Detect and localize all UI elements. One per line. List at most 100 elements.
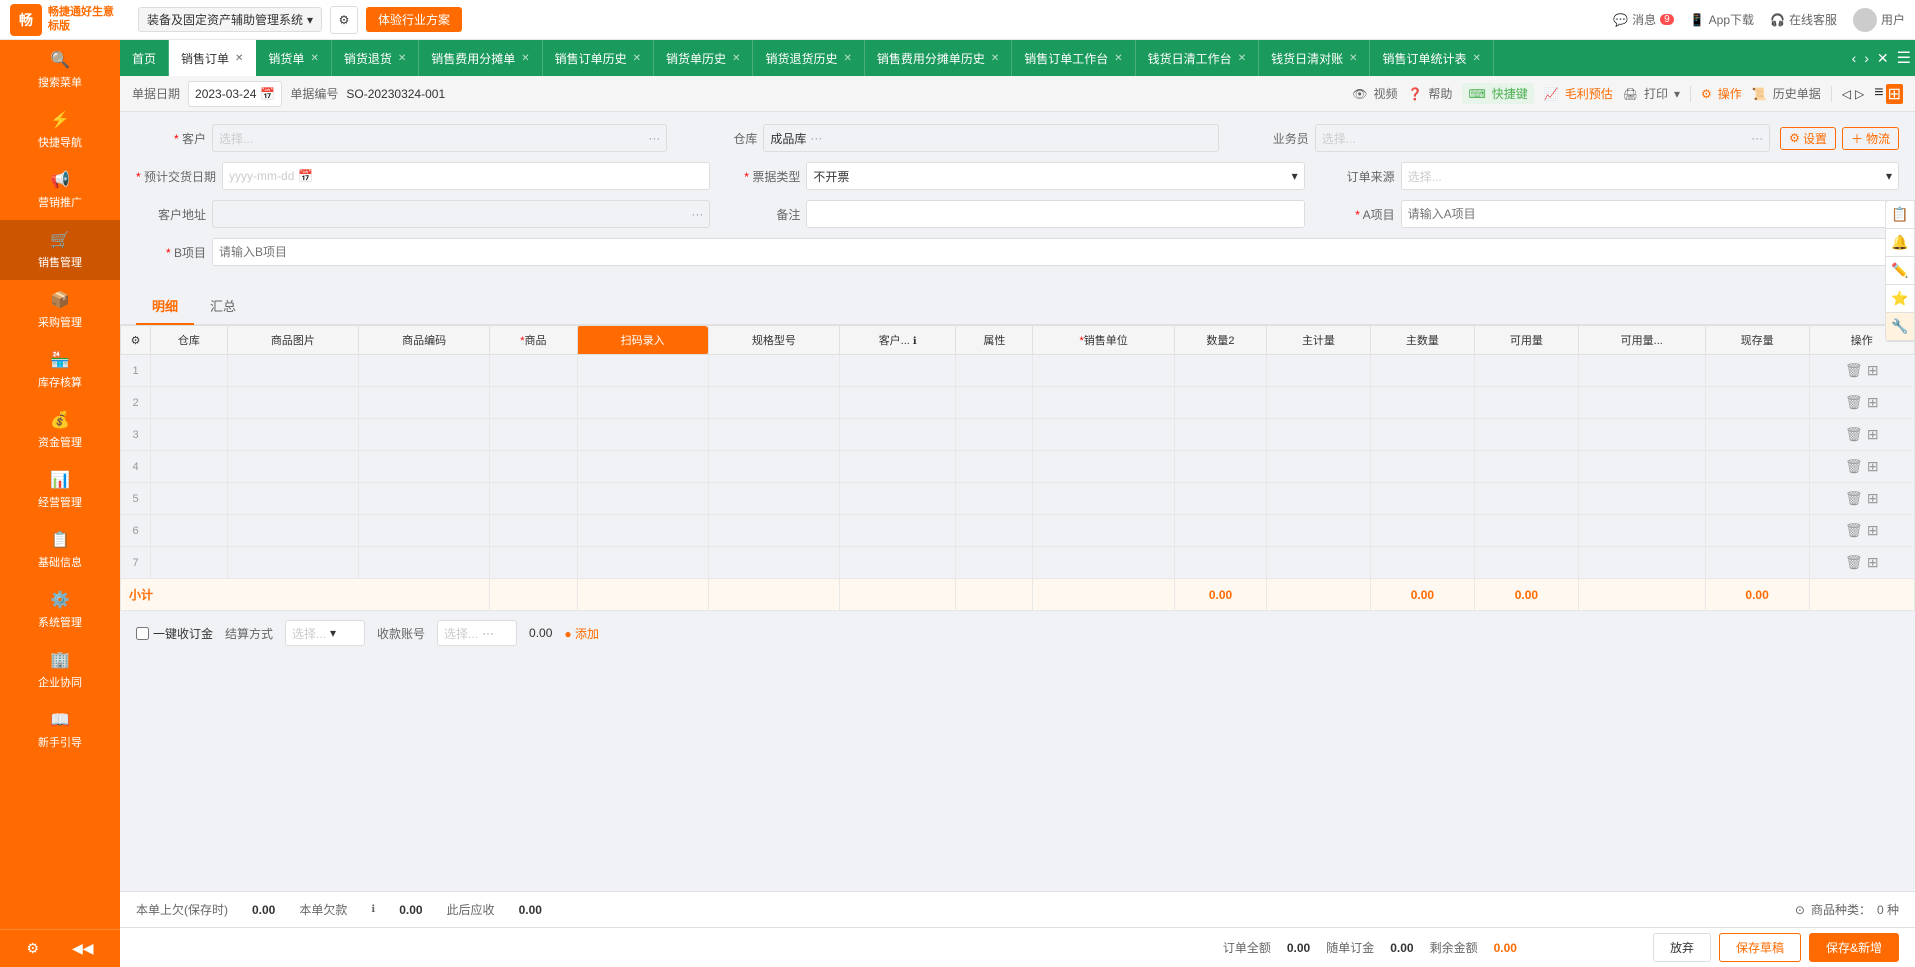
row-warehouse-6[interactable] — [151, 515, 228, 547]
tab-close-sales_order_history[interactable]: ✕ — [633, 53, 641, 64]
row-code-4[interactable] — [358, 451, 489, 483]
delivery-date-input[interactable]: yyyy-mm-dd 📅 — [222, 162, 710, 190]
tab-sales_return[interactable]: 销货单✕ — [256, 40, 331, 76]
tab-sales_order_stats[interactable]: 销售订单统计表✕ — [1370, 40, 1493, 76]
row-available2-1[interactable] — [1578, 355, 1705, 387]
tab-cash_day_clear[interactable]: 钱货日清工作台✕ — [1136, 40, 1259, 76]
messages-button[interactable]: 💬 消息 9 — [1613, 11, 1674, 28]
row-spec-6[interactable] — [708, 515, 839, 547]
row-main-unit-1[interactable] — [1266, 355, 1370, 387]
tab-sales_expense_history[interactable]: 销售费用分摊单历史✕ — [865, 40, 1012, 76]
row-attribute-2[interactable] — [956, 387, 1033, 419]
row-sales-unit-4[interactable] — [1033, 451, 1175, 483]
row-warehouse-2[interactable] — [151, 387, 228, 419]
row-attribute-5[interactable] — [956, 483, 1033, 515]
row-qty2-2[interactable] — [1175, 387, 1267, 419]
sidebar-item-finance[interactable]: 💰资金管理 — [0, 400, 120, 460]
float-tool-1[interactable]: 📋 — [1886, 201, 1914, 229]
row-current-6[interactable] — [1705, 515, 1809, 547]
tab-sales_expense[interactable]: 销售费用分摊单✕ — [419, 40, 542, 76]
sidebar-item-guide[interactable]: 📖新手引导 — [0, 700, 120, 760]
tab-cash_day_reconcile[interactable]: 钱货日清对账✕ — [1259, 40, 1370, 76]
row-current-7[interactable] — [1705, 547, 1809, 579]
customer-dots[interactable]: ··· — [648, 131, 660, 145]
address-dots[interactable]: ··· — [691, 207, 703, 221]
row-available-4[interactable] — [1474, 451, 1578, 483]
sidebar-item-search[interactable]: 🔍搜索菜单 — [0, 40, 120, 100]
row-available-3[interactable] — [1474, 419, 1578, 451]
quick-order-checkbox[interactable]: 一键收订金 — [136, 625, 213, 642]
row-main-unit-4[interactable] — [1266, 451, 1370, 483]
payment-method-select[interactable]: 选择... ▾ — [285, 620, 365, 646]
row-spec-1[interactable] — [708, 355, 839, 387]
nav-next-icon[interactable]: ▷ — [1855, 87, 1864, 101]
toolbar-operations[interactable]: ⚙操作 — [1701, 85, 1742, 102]
tab-nav-prev[interactable]: ‹ — [1848, 50, 1861, 66]
sidebar-settings-icon[interactable]: ⚙ — [26, 940, 39, 957]
row-main-qty-7[interactable] — [1370, 547, 1474, 579]
delete-row-2[interactable]: 🗑 — [1845, 394, 1863, 411]
bank-account-input[interactable]: 选择... ··· — [437, 620, 517, 646]
row-main-qty-2[interactable] — [1370, 387, 1474, 419]
row-current-1[interactable] — [1705, 355, 1809, 387]
row-product-2[interactable] — [490, 387, 577, 419]
row-available-2[interactable] — [1474, 387, 1578, 419]
solution-button[interactable]: 体验行业方案 — [366, 7, 462, 32]
remark-input[interactable] — [806, 200, 1304, 228]
row-spec-2[interactable] — [708, 387, 839, 419]
a-project-input[interactable] — [1401, 200, 1899, 228]
bank-dots[interactable]: ··· — [482, 626, 494, 640]
app-download-button[interactable]: 📱 App下载 — [1690, 11, 1754, 28]
row-main-qty-4[interactable] — [1370, 451, 1474, 483]
row-spec-3[interactable] — [708, 419, 839, 451]
row-current-3[interactable] — [1705, 419, 1809, 451]
row-product-3[interactable] — [490, 419, 577, 451]
row-customer-info-1[interactable] — [839, 355, 955, 387]
row-available-1[interactable] — [1474, 355, 1578, 387]
sidebar-item-marketing[interactable]: 📢营销推广 — [0, 160, 120, 220]
tab-menu[interactable]: ☰ — [1893, 48, 1915, 68]
tab-sales_order_history[interactable]: 销售订单历史✕ — [543, 40, 654, 76]
row-warehouse-7[interactable] — [151, 547, 228, 579]
save-new-button[interactable]: 保存&新增 — [1809, 933, 1899, 962]
online-service-button[interactable]: 🎧 在线客服 — [1770, 11, 1837, 28]
row-main-unit-5[interactable] — [1266, 483, 1370, 515]
sidebar-item-quick_nav[interactable]: ⚡快捷导航 — [0, 100, 120, 160]
row-sales-unit-6[interactable] — [1033, 515, 1175, 547]
tab-close-sales_return[interactable]: ✕ — [310, 53, 318, 64]
row-code-1[interactable] — [358, 355, 489, 387]
float-tool-3[interactable]: ✏️ — [1886, 257, 1914, 285]
toolbar-help[interactable]: ❓帮助 — [1407, 85, 1452, 102]
delete-row-6[interactable]: 🗑 — [1845, 522, 1863, 539]
row-main-qty-1[interactable] — [1370, 355, 1474, 387]
add-item-button[interactable]: ＋物流 — [1842, 127, 1899, 150]
row-attribute-3[interactable] — [956, 419, 1033, 451]
sidebar-collapse-icon[interactable]: ◀◀ — [72, 940, 94, 957]
row-sales-unit-1[interactable] — [1033, 355, 1175, 387]
row-customer-info-7[interactable] — [839, 547, 955, 579]
tab-close-sales_order_stats[interactable]: ✕ — [1473, 53, 1481, 64]
order-source-select[interactable]: 选择... ▾ — [1401, 162, 1899, 190]
address-input[interactable]: ··· — [212, 200, 710, 228]
tab-close-cash_day_clear[interactable]: ✕ — [1238, 53, 1246, 64]
row-qty2-5[interactable] — [1175, 483, 1267, 515]
tab-close-sales_expense[interactable]: ✕ — [521, 53, 529, 64]
row-available2-5[interactable] — [1578, 483, 1705, 515]
tab-close-sales_return2[interactable]: ✕ — [398, 53, 406, 64]
row-warehouse-1[interactable] — [151, 355, 228, 387]
row-product-7[interactable] — [490, 547, 577, 579]
tab-close-sales_return_history[interactable]: ✕ — [732, 53, 740, 64]
row-main-unit-3[interactable] — [1266, 419, 1370, 451]
row-qty2-6[interactable] — [1175, 515, 1267, 547]
row-qty2-4[interactable] — [1175, 451, 1267, 483]
tab-detail[interactable]: 明细 — [136, 288, 194, 325]
quick-order-check[interactable] — [136, 627, 149, 640]
row-sales-unit-7[interactable] — [1033, 547, 1175, 579]
tab-close-sales_order[interactable]: ✕ — [235, 53, 243, 64]
row-customer-info-4[interactable] — [839, 451, 955, 483]
tab-sales_return2[interactable]: 销货退货✕ — [332, 40, 419, 76]
row-qty2-7[interactable] — [1175, 547, 1267, 579]
row-customer-info-6[interactable] — [839, 515, 955, 547]
row-attribute-6[interactable] — [956, 515, 1033, 547]
row-customer-info-2[interactable] — [839, 387, 955, 419]
